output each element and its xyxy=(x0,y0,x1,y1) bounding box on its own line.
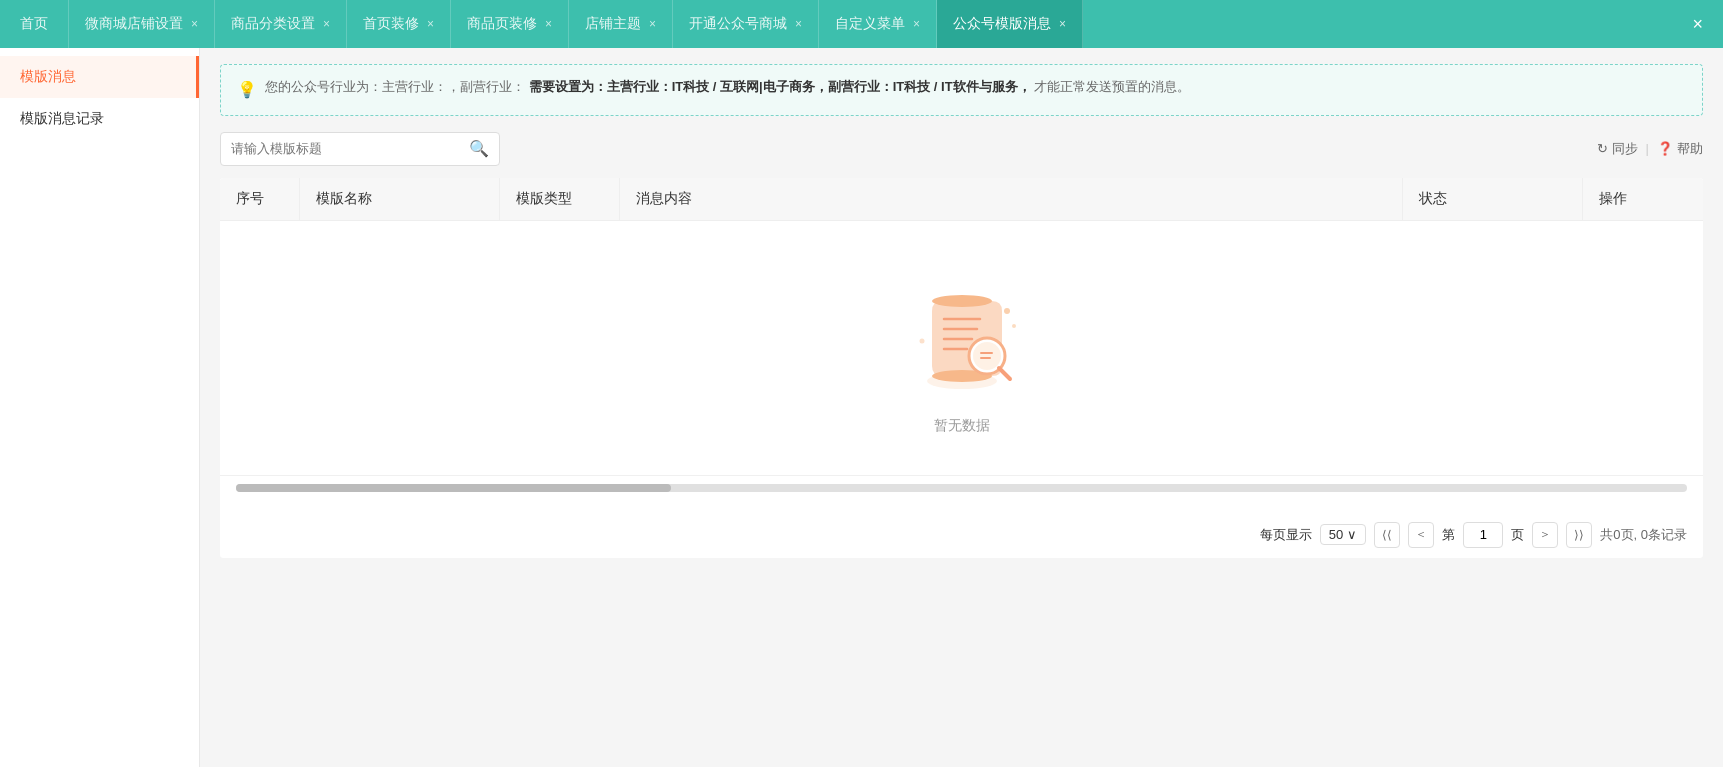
pagination: 每页显示 50 ∨ ⟨⟨ ＜ 第 页 ＞ ⟩⟩ 共0页, 0条记录 xyxy=(220,512,1703,558)
top-nav: 首页 微商城店铺设置 × 商品分类设置 × 首页装修 × 商品页装修 × 店铺主… xyxy=(0,0,1723,48)
nav-tab-template-msg[interactable]: 公众号模版消息 × xyxy=(937,0,1083,48)
search-input[interactable] xyxy=(231,141,469,156)
nav-tab-store-settings[interactable]: 微商城店铺设置 × xyxy=(69,0,215,48)
scroll-bar-area xyxy=(220,475,1703,512)
toolbar-right: ↻ 同步 | ❓ 帮助 xyxy=(1597,140,1703,158)
close-template-msg[interactable]: × xyxy=(1059,17,1066,31)
close-store-settings[interactable]: × xyxy=(191,17,198,31)
col-content: 消息内容 xyxy=(620,178,1403,220)
nav-tab-home-decor[interactable]: 首页装修 × xyxy=(347,0,451,48)
page-summary: 共0页, 0条记录 xyxy=(1600,526,1687,544)
toolbar-divider: | xyxy=(1646,141,1649,156)
empty-icon xyxy=(902,281,1022,401)
close-all-button[interactable]: × xyxy=(1672,14,1723,35)
close-mall[interactable]: × xyxy=(795,17,802,31)
scrollbar-thumb xyxy=(236,484,671,492)
search-icon[interactable]: 🔍 xyxy=(469,139,489,158)
svg-point-12 xyxy=(1004,308,1010,314)
search-bar: 🔍 ↻ 同步 | ❓ 帮助 xyxy=(220,132,1703,166)
sidebar: 模版消息 模版消息记录 xyxy=(0,48,200,767)
notice-text-before: 您的公众号行业为：主营行业：，副营行业： xyxy=(265,79,525,94)
nav-tab-menu[interactable]: 自定义菜单 × xyxy=(819,0,937,48)
nav-tab-product-decor[interactable]: 商品页装修 × xyxy=(451,0,569,48)
svg-point-13 xyxy=(1012,324,1016,328)
close-product-decor[interactable]: × xyxy=(545,17,552,31)
horizontal-scrollbar[interactable] xyxy=(236,484,1687,492)
col-index: 序号 xyxy=(220,178,300,220)
notice-banner: 💡 您的公众号行业为：主营行业：，副营行业： 需要设置为：主营行业：IT科技 /… xyxy=(220,64,1703,116)
help-icon: ❓ xyxy=(1657,141,1673,156)
bulb-icon: 💡 xyxy=(237,77,257,103)
nav-tab-home[interactable]: 首页 xyxy=(0,0,69,48)
empty-state: 暂无数据 xyxy=(220,221,1703,475)
empty-text: 暂无数据 xyxy=(934,417,990,435)
page-size-select[interactable]: 50 ∨ xyxy=(1320,524,1366,545)
sidebar-item-template-msg[interactable]: 模版消息 xyxy=(0,56,199,98)
svg-point-1 xyxy=(932,295,992,307)
close-home-decor[interactable]: × xyxy=(427,17,434,31)
notice-highlight: 需要设置为：主营行业：IT科技 / 互联网|电子商务，副营行业：IT科技 / I… xyxy=(529,79,1031,94)
help-button[interactable]: ❓ 帮助 xyxy=(1657,140,1703,158)
page-size-arrow: ∨ xyxy=(1347,527,1357,542)
page-suffix: 页 xyxy=(1511,526,1524,544)
table-header: 序号 模版名称 模版类型 消息内容 状态 操作 xyxy=(220,178,1703,221)
last-page-button[interactable]: ⟩⟩ xyxy=(1566,522,1592,548)
search-input-wrap: 🔍 xyxy=(220,132,500,166)
close-category[interactable]: × xyxy=(323,17,330,31)
page-input[interactable] xyxy=(1463,522,1503,548)
nav-tab-category[interactable]: 商品分类设置 × xyxy=(215,0,347,48)
page-prefix: 第 xyxy=(1442,526,1455,544)
first-page-button[interactable]: ⟨⟨ xyxy=(1374,522,1400,548)
notice-text-after: 才能正常发送预置的消息。 xyxy=(1034,79,1190,94)
col-template-name: 模版名称 xyxy=(300,178,500,220)
sync-button[interactable]: ↻ 同步 xyxy=(1597,140,1638,158)
content-area: 💡 您的公众号行业为：主营行业：，副营行业： 需要设置为：主营行业：IT科技 /… xyxy=(200,48,1723,767)
svg-point-14 xyxy=(919,338,924,343)
sidebar-item-template-msg-records[interactable]: 模版消息记录 xyxy=(0,98,199,140)
main-layout: 模版消息 模版消息记录 💡 您的公众号行业为：主营行业：，副营行业： 需要设置为… xyxy=(0,48,1723,767)
data-table: 序号 模版名称 模版类型 消息内容 状态 操作 xyxy=(220,178,1703,558)
sync-icon: ↻ xyxy=(1597,141,1608,156)
svg-point-8 xyxy=(973,342,1001,370)
svg-line-9 xyxy=(999,368,1010,379)
nav-tab-mall[interactable]: 开通公众号商城 × xyxy=(673,0,819,48)
prev-page-button[interactable]: ＜ xyxy=(1408,522,1434,548)
col-template-type: 模版类型 xyxy=(500,178,620,220)
next-page-button[interactable]: ＞ xyxy=(1532,522,1558,548)
page-size-value: 50 xyxy=(1329,527,1343,542)
col-status: 状态 xyxy=(1403,178,1583,220)
col-action: 操作 xyxy=(1583,178,1703,220)
page-size-label: 每页显示 xyxy=(1260,526,1312,544)
close-menu[interactable]: × xyxy=(913,17,920,31)
close-theme[interactable]: × xyxy=(649,17,656,31)
nav-tab-theme[interactable]: 店铺主题 × xyxy=(569,0,673,48)
